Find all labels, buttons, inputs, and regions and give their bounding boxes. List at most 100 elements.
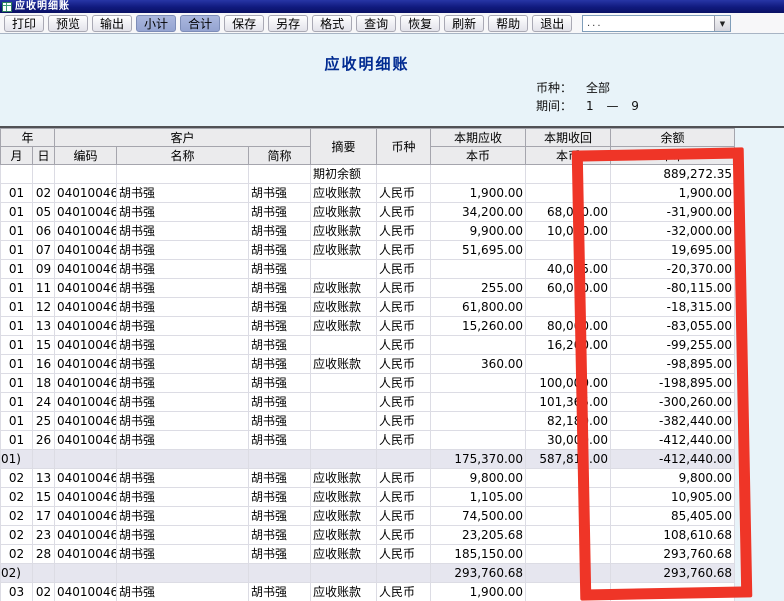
period-filter-value: 1 — 9 <box>586 99 639 113</box>
cell-currency: 人民币 <box>376 240 432 260</box>
cell-month: 01 <box>0 373 33 393</box>
col-header-balance-base: 本币 <box>610 146 736 165</box>
cell-received: 587,810.00 <box>525 449 612 469</box>
toolbar-button-restore[interactable]: 恢复 <box>400 14 441 32</box>
cell-currency: 人民币 <box>376 221 432 241</box>
cell-month: 01 <box>0 278 33 298</box>
cell-balance: -20,370.00 <box>610 259 736 279</box>
table-row[interactable]: 02 13 04010046 胡书强 胡书强 应收账款 人民币 9,800.00 9,800.0… <box>0 468 736 488</box>
toolbar-button-total[interactable]: 合计 <box>180 14 221 32</box>
table-row[interactable]: 02 15 04010046 胡书强 胡书强 应收账款 人民币 1,105.00 10,905.… <box>0 487 736 507</box>
cell-month: 01 <box>0 183 33 203</box>
table-row[interactable]: 01 16 04010046 胡书强 胡书强 应收账款 人民币 360.00 -98,895.0… <box>0 354 736 374</box>
cell-name <box>116 449 250 469</box>
toolbar-dropdown[interactable]: ... ▼ <box>582 15 731 32</box>
cell-balance: 108,610.68 <box>610 525 736 545</box>
cell-balance: -32,000.00 <box>610 221 736 241</box>
ledger-table-body: 期初余额 889,272.35 01 02 04010046 胡书强 胡书强 应收账款 人民币 1… <box>0 164 736 601</box>
subtotal-row[interactable]: 01) 175,370.00 587,810.00 -412,440.00 <box>0 449 736 469</box>
table-row[interactable]: 03 02 04010046 胡书强 胡书强 应收账款 人民币 1,900.00 <box>0 582 736 601</box>
cell-month: 01 <box>0 316 33 336</box>
toolbar-button-help[interactable]: 帮助 <box>488 14 529 32</box>
toolbar-button-print[interactable]: 打印 <box>4 14 45 32</box>
table-row[interactable]: 01 02 04010046 胡书强 胡书强 应收账款 人民币 1,900.00 1,900.0… <box>0 183 736 203</box>
cell-currency: 人民币 <box>376 468 432 488</box>
col-header-currency: 币种 <box>376 128 432 165</box>
subtotal-row[interactable]: 02) 293,760.68 293,760.68 <box>0 563 736 583</box>
cell-currency <box>376 449 432 469</box>
cell-month: 01 <box>0 430 33 450</box>
cell-code <box>54 164 118 184</box>
toolbar-button-output[interactable]: 输出 <box>92 14 133 32</box>
cell-currency: 人民币 <box>376 316 432 336</box>
cell-alias: 胡书强 <box>248 183 312 203</box>
cell-day: 18 <box>31 373 56 393</box>
toolbar-button-format[interactable]: 格式 <box>312 14 353 32</box>
cell-name: 胡书强 <box>116 506 250 526</box>
cell-alias: 胡书强 <box>248 354 312 374</box>
table-row[interactable]: 01 12 04010046 胡书强 胡书强 应收账款 人民币 61,800.00 -18,31… <box>0 297 736 317</box>
table-row[interactable]: 01 11 04010046 胡书强 胡书强 应收账款 人民币 255.00 60,000.00… <box>0 278 736 298</box>
table-row[interactable]: 01 25 04010046 胡书强 胡书强 人民币 82,180.00 -382,440.0… <box>0 411 736 431</box>
ledger-app-icon <box>2 1 12 12</box>
toolbar-button-subtotal[interactable]: 小计 <box>136 14 177 32</box>
cell-alias: 胡书强 <box>248 221 312 241</box>
toolbar: 打印 预览 输出 小计 合计 保存 另存 格式 查询 恢复 刷新 帮助 退出 ... ▼ <box>0 13 784 34</box>
table-row[interactable]: 01 24 04010046 胡书强 胡书强 人民币 101,365.00 -300,260.… <box>0 392 736 412</box>
cell-received <box>525 506 612 526</box>
cell-receivable: 293,760.68 <box>430 563 527 583</box>
cell-summary: 应收账款 <box>310 183 378 203</box>
cell-code: 04010046 <box>54 373 118 393</box>
cell-name <box>116 563 250 583</box>
chevron-down-icon[interactable]: ▼ <box>714 16 730 31</box>
opening-balance-row[interactable]: 期初余额 889,272.35 <box>0 164 736 184</box>
table-row[interactable]: 01 09 04010046 胡书强 胡书强 人民币 40,065.00 -20,370.00 <box>0 259 736 279</box>
cell-day <box>31 164 56 184</box>
currency-filter: 币种： 全部 <box>536 79 639 97</box>
table-row[interactable]: 01 05 04010046 胡书强 胡书强 应收账款 人民币 34,200.00 68,000… <box>0 202 736 222</box>
col-header-customer: 客户 <box>54 128 312 147</box>
table-row[interactable]: 02 17 04010046 胡书强 胡书强 应收账款 人民币 74,500.00 85,405… <box>0 506 736 526</box>
toolbar-button-save-as[interactable]: 另存 <box>268 14 309 32</box>
cell-receivable: 1,900.00 <box>430 183 527 203</box>
cell-code: 04010046 <box>54 582 118 601</box>
table-row[interactable]: 01 18 04010046 胡书强 胡书强 人民币 100,000.00 -198,895.… <box>0 373 736 393</box>
cell-name: 胡书强 <box>116 354 250 374</box>
cell-day: 13 <box>31 316 56 336</box>
cell-alias: 胡书强 <box>248 240 312 260</box>
table-row[interactable]: 01 06 04010046 胡书强 胡书强 应收账款 人民币 9,900.00 10,000.… <box>0 221 736 241</box>
cell-code: 04010046 <box>54 525 118 545</box>
toolbar-button-save[interactable]: 保存 <box>224 14 265 32</box>
cell-day <box>31 449 56 469</box>
table-row[interactable]: 01 15 04010046 胡书强 胡书强 人民币 16,200.00 -99,255.00 <box>0 335 736 355</box>
cell-balance: -18,315.00 <box>610 297 736 317</box>
cell-day: 24 <box>31 392 56 412</box>
toolbar-button-query[interactable]: 查询 <box>356 14 397 32</box>
cell-alias: 胡书强 <box>248 278 312 298</box>
cell-currency: 人民币 <box>376 259 432 279</box>
cell-month: 01) <box>0 449 33 469</box>
cell-name: 胡书强 <box>116 392 250 412</box>
table-row[interactable]: 02 23 04010046 胡书强 胡书强 应收账款 人民币 23,205.68 108,61… <box>0 525 736 545</box>
cell-code: 04010046 <box>54 354 118 374</box>
cell-receivable <box>430 335 527 355</box>
cell-code: 04010046 <box>54 316 118 336</box>
cell-name: 胡书强 <box>116 544 250 564</box>
cell-alias <box>248 449 312 469</box>
toolbar-button-preview[interactable]: 预览 <box>48 14 89 32</box>
cell-day: 02 <box>31 582 56 601</box>
toolbar-button-refresh[interactable]: 刷新 <box>444 14 485 32</box>
cell-balance: 889,272.35 <box>610 164 736 184</box>
cell-day: 28 <box>31 544 56 564</box>
table-row[interactable]: 01 26 04010046 胡书强 胡书强 人民币 30,000.00 -412,440.0… <box>0 430 736 450</box>
cell-day: 25 <box>31 411 56 431</box>
cell-code: 04010046 <box>54 297 118 317</box>
cell-currency: 人民币 <box>376 392 432 412</box>
table-row[interactable]: 01 13 04010046 胡书强 胡书强 应收账款 人民币 15,260.00 80,000… <box>0 316 736 336</box>
cell-alias: 胡书强 <box>248 411 312 431</box>
toolbar-button-exit[interactable]: 退出 <box>532 14 573 32</box>
table-row[interactable]: 02 28 04010046 胡书强 胡书强 应收账款 人民币 185,150.00 293,7… <box>0 544 736 564</box>
table-row[interactable]: 01 07 04010046 胡书强 胡书强 应收账款 人民币 51,695.00 19,695… <box>0 240 736 260</box>
cell-balance: -83,055.00 <box>610 316 736 336</box>
cell-receivable: 255.00 <box>430 278 527 298</box>
